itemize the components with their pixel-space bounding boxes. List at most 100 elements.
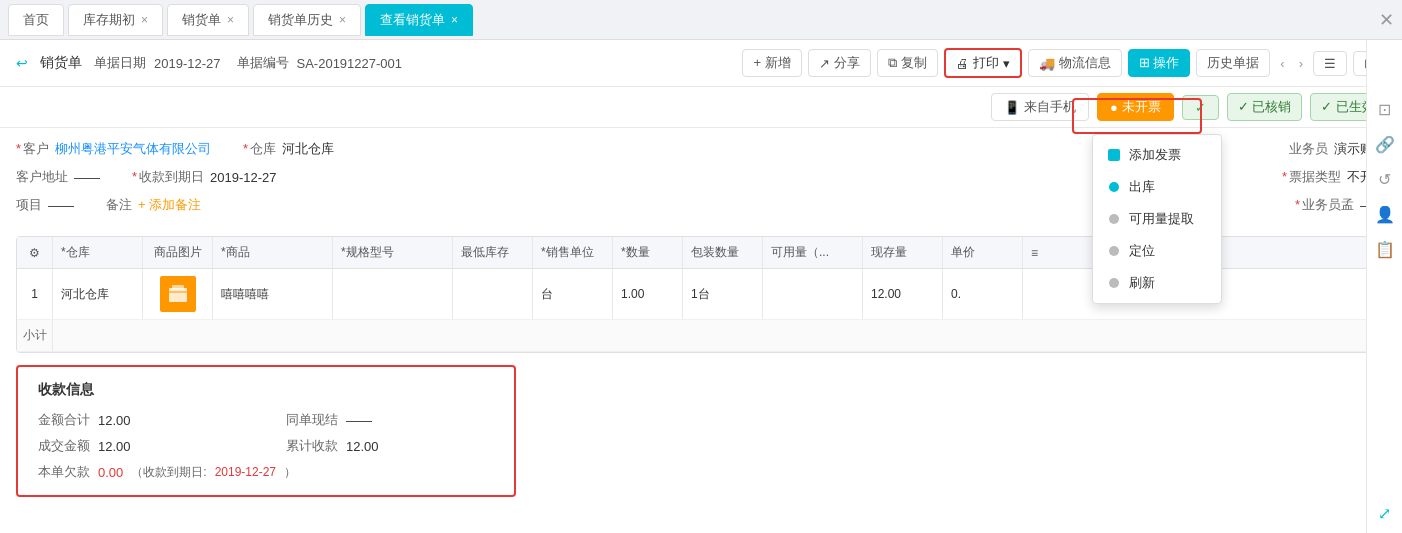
th-product: *商品 bbox=[213, 237, 333, 268]
td-row-num: 1 bbox=[17, 269, 53, 319]
from-phone-button[interactable]: 📱 来自手机 bbox=[991, 93, 1089, 121]
td-warehouse: 河北仓库 bbox=[53, 269, 143, 319]
th-minstock: 最低库存 bbox=[453, 237, 533, 268]
share-button[interactable]: ↗ 分享 bbox=[808, 49, 871, 77]
salesperson2-label: 业务员孟 bbox=[1295, 196, 1354, 214]
payment-settlement-value: —— bbox=[346, 413, 372, 428]
svg-rect-0 bbox=[169, 288, 187, 302]
available-qty-label: 可用量提取 bbox=[1129, 210, 1194, 228]
tick-button[interactable]: ✓ bbox=[1182, 95, 1219, 120]
tab-view-sales[interactable]: 查看销货单 × bbox=[365, 4, 473, 36]
sidebar-icon-1[interactable]: ⊡ bbox=[1378, 100, 1391, 119]
dropdown-add-invoice[interactable]: 添加发票 bbox=[1093, 139, 1221, 171]
td-available bbox=[763, 269, 863, 319]
payment-total-label: 金额合计 bbox=[38, 411, 90, 429]
payment-grid: 金额合计 12.00 同单现结 —— 成交金额 12.00 累计收款 12.00… bbox=[38, 411, 494, 481]
logistics-button[interactable]: 🚚 物流信息 bbox=[1028, 49, 1122, 77]
warehouse-value: 河北仓库 bbox=[282, 140, 334, 158]
sidebar-icon-3[interactable]: ↺ bbox=[1378, 170, 1391, 189]
add-invoice-label: 添加发票 bbox=[1129, 146, 1181, 164]
payment-outstanding-row: 本单欠款 0.00 （收款到期日: 2019-12-27 ） bbox=[38, 463, 494, 481]
th-packqty: 包装数量 bbox=[683, 237, 763, 268]
tab-inventory[interactable]: 库存期初 × bbox=[68, 4, 163, 36]
available-qty-icon bbox=[1107, 212, 1121, 226]
td-img bbox=[143, 269, 213, 319]
copy-icon: ⧉ bbox=[888, 55, 897, 71]
dropdown-outbound[interactable]: 出库 bbox=[1093, 171, 1221, 203]
main-content: ↩ 销货单 单据日期 2019-12-27 单据编号 SA-20191227-0… bbox=[0, 40, 1402, 533]
dropdown-available-qty[interactable]: 可用量提取 bbox=[1093, 203, 1221, 235]
payment-due-date: 2019-12-27 bbox=[215, 465, 276, 479]
th-price: 单价 bbox=[943, 237, 1023, 268]
td-subtotal-label: 小计 bbox=[17, 320, 53, 351]
payment-settlement-label: 同单现结 bbox=[286, 411, 338, 429]
grid-view-button[interactable]: ☰ bbox=[1313, 51, 1347, 76]
tab-view-sales-close[interactable]: × bbox=[451, 13, 458, 27]
td-qty: 1.00 bbox=[613, 269, 683, 319]
tab-sales[interactable]: 销货单 × bbox=[167, 4, 249, 36]
locate-icon bbox=[1107, 244, 1121, 258]
product-thumbnail bbox=[160, 276, 196, 312]
phone-icon: 📱 bbox=[1004, 100, 1020, 115]
nav-next-button[interactable]: › bbox=[1295, 56, 1307, 71]
copy-button[interactable]: ⧉ 复制 bbox=[877, 49, 938, 77]
nav-prev-button[interactable]: ‹ bbox=[1276, 56, 1288, 71]
payment-due-note: （收款到期日: bbox=[131, 464, 206, 481]
customer-value[interactable]: 柳州粤港平安气体有限公司 bbox=[55, 140, 211, 158]
th-more[interactable]: ≡ bbox=[1023, 237, 1053, 268]
svg-rect-1 bbox=[172, 285, 184, 290]
window-close-button[interactable]: ✕ bbox=[1379, 9, 1394, 31]
print-button[interactable]: 🖨 打印 ▾ bbox=[944, 48, 1022, 78]
sidebar-icon-4[interactable]: 👤 bbox=[1375, 205, 1395, 224]
customer-label: 客户 bbox=[16, 140, 49, 158]
warehouse-label: 仓库 bbox=[243, 140, 276, 158]
logistics-icon: 🚚 bbox=[1039, 56, 1055, 71]
sidebar-icon-2[interactable]: 🔗 bbox=[1375, 135, 1395, 154]
td-more bbox=[1023, 269, 1053, 319]
tab-inventory-close[interactable]: × bbox=[141, 13, 148, 27]
payment-transaction-value: 12.00 bbox=[98, 439, 131, 454]
due-date-value: 2019-12-27 bbox=[210, 170, 277, 185]
th-settings[interactable]: ⚙ bbox=[17, 237, 53, 268]
payment-total-row: 金额合计 12.00 bbox=[38, 411, 246, 429]
locate-label: 定位 bbox=[1129, 242, 1155, 260]
th-available: 可用量（... bbox=[763, 237, 863, 268]
due-date-label: 收款到期日 bbox=[132, 168, 204, 186]
doc-meta: 单据日期 2019-12-27 单据编号 SA-20191227-001 bbox=[94, 54, 402, 72]
tab-history-close[interactable]: × bbox=[339, 13, 346, 27]
operations-button[interactable]: ⊞ 操作 bbox=[1128, 49, 1191, 77]
dropdown-locate[interactable]: 定位 bbox=[1093, 235, 1221, 267]
doc-number-label: 单据编号 SA-20191227-001 bbox=[237, 54, 403, 72]
note-label: 备注 bbox=[106, 196, 132, 214]
tab-history[interactable]: 销货单历史 × bbox=[253, 4, 361, 36]
confirmed-button[interactable]: ✓ 已核销 bbox=[1227, 93, 1303, 121]
new-button[interactable]: + 新增 bbox=[742, 49, 801, 77]
add-invoice-icon bbox=[1107, 148, 1121, 162]
sidebar-icon-5[interactable]: 📋 bbox=[1375, 240, 1395, 259]
not-open-button[interactable]: ● 未开票 bbox=[1097, 93, 1174, 121]
payment-cumulative-value: 12.00 bbox=[346, 439, 379, 454]
doc-date-label: 单据日期 2019-12-27 bbox=[94, 54, 221, 72]
dropdown-refresh[interactable]: 刷新 bbox=[1093, 267, 1221, 299]
project-label: 项目 bbox=[16, 196, 42, 214]
share-icon: ↗ bbox=[819, 56, 830, 71]
payment-transaction-label: 成交金额 bbox=[38, 437, 90, 455]
add-note-button[interactable]: 添加备注 bbox=[138, 196, 201, 214]
address-field: 客户地址 —— bbox=[16, 168, 100, 186]
doc-type-label: 销货单 bbox=[40, 54, 82, 72]
document-header: ↩ 销货单 单据日期 2019-12-27 单据编号 SA-20191227-0… bbox=[0, 40, 1402, 87]
td-product: 嘻嘻嘻嘻 bbox=[213, 269, 333, 319]
sidebar-expand-button[interactable]: ⤢ bbox=[1378, 504, 1391, 523]
refresh-label: 刷新 bbox=[1129, 274, 1155, 292]
customer-field: 客户 柳州粤港平安气体有限公司 bbox=[16, 140, 211, 158]
payment-total-value: 12.00 bbox=[98, 413, 131, 428]
history-button[interactable]: 历史单据 bbox=[1196, 49, 1270, 77]
ticket-icon: ● bbox=[1110, 100, 1118, 115]
tab-sales-close[interactable]: × bbox=[227, 13, 234, 27]
payment-settlement-row: 同单现结 —— bbox=[286, 411, 494, 429]
tab-bar: 首页 库存期初 × 销货单 × 销货单历史 × 查看销货单 × ✕ bbox=[0, 0, 1402, 40]
tab-home[interactable]: 首页 bbox=[8, 4, 64, 36]
doc-actions: + 新增 ↗ 分享 ⧉ 复制 🖨 打印 ▾ 🚚 物流信息 ⊞ 操作 bbox=[742, 48, 1386, 78]
operations-dropdown: 添加发票 出库 可用量提取 定位 刷新 bbox=[1092, 134, 1222, 304]
th-qty: *数量 bbox=[613, 237, 683, 268]
